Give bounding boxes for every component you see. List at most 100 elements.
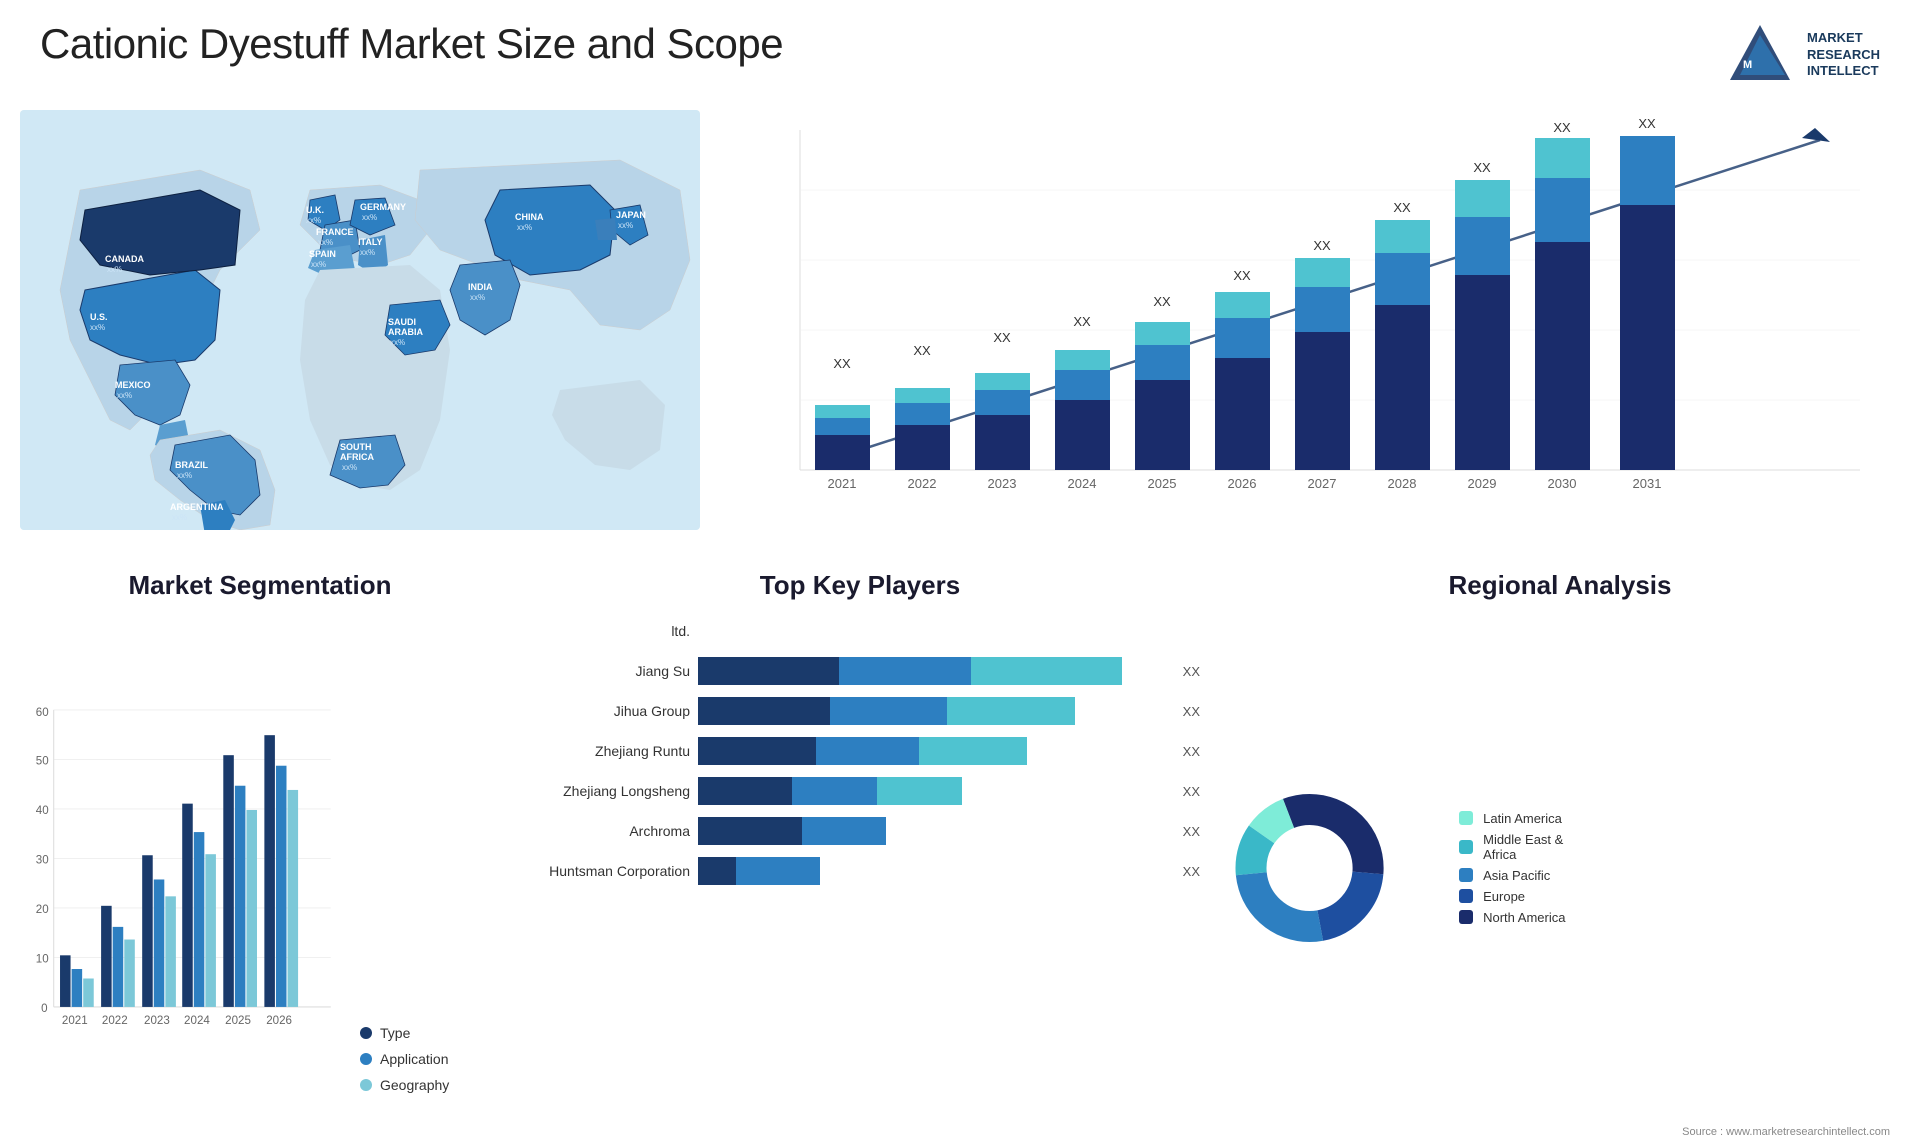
player-bar xyxy=(698,857,1169,885)
bar-dark xyxy=(698,697,830,725)
player-name: Huntsman Corporation xyxy=(520,863,690,879)
legend-application: Application xyxy=(360,1051,500,1067)
svg-text:2029: 2029 xyxy=(1468,476,1497,491)
legend-geography: Geography xyxy=(360,1077,500,1093)
bar-dark xyxy=(698,737,816,765)
label-saudi: SAUDI xyxy=(388,317,416,327)
svg-text:xx%: xx% xyxy=(342,463,357,472)
svg-text:0: 0 xyxy=(41,1003,47,1015)
svg-text:2030: 2030 xyxy=(1548,476,1577,491)
list-item: Zhejiang Longsheng XX xyxy=(520,777,1200,805)
growth-chart-section: XX 2021 XX 2022 XX 2023 XX 2024 XX 2025 … xyxy=(720,110,1900,530)
svg-text:xx%: xx% xyxy=(107,265,122,274)
svg-text:XX: XX xyxy=(1313,238,1331,253)
label-japan: JAPAN xyxy=(616,210,646,220)
player-bar xyxy=(698,737,1169,765)
svg-text:2023: 2023 xyxy=(988,476,1017,491)
svg-text:20: 20 xyxy=(36,904,49,916)
legend-latin: Latin America xyxy=(1459,811,1900,826)
players-title: Top Key Players xyxy=(520,570,1200,601)
svg-text:2027: 2027 xyxy=(1308,476,1337,491)
player-bar xyxy=(698,617,1200,645)
list-item: Jiang Su XX xyxy=(520,657,1200,685)
segmentation-title: Market Segmentation xyxy=(20,570,500,601)
bar-mid xyxy=(830,697,948,725)
svg-text:2021: 2021 xyxy=(828,476,857,491)
svg-text:XX: XX xyxy=(1073,314,1091,329)
label-germany: GERMANY xyxy=(360,202,406,212)
players-section: Top Key Players ltd. Jiang Su XX Jihua G… xyxy=(520,570,1200,1126)
bar-light xyxy=(947,697,1074,725)
label-safrica: SOUTH xyxy=(340,442,372,452)
svg-text:2022: 2022 xyxy=(908,476,937,491)
svg-text:xx%: xx% xyxy=(362,213,377,222)
svg-text:xx%: xx% xyxy=(306,216,321,225)
player-xx: XX xyxy=(1183,744,1200,759)
player-bar xyxy=(698,657,1169,685)
legend-latin-color xyxy=(1459,811,1473,825)
player-xx: XX xyxy=(1183,784,1200,799)
logo-container: M MARKETRESEARCHINTELLECT xyxy=(1725,20,1880,90)
svg-text:2031: 2031 xyxy=(1633,476,1662,491)
bar-dark xyxy=(698,777,792,805)
label-argentina: ARGENTINA xyxy=(170,502,224,512)
legend-na-label: North America xyxy=(1483,910,1565,925)
logo-text: MARKETRESEARCHINTELLECT xyxy=(1807,30,1880,81)
label-china: CHINA xyxy=(515,212,544,222)
svg-text:40: 40 xyxy=(36,805,49,817)
svg-text:xx%: xx% xyxy=(117,391,132,400)
svg-text:xx%: xx% xyxy=(177,471,192,480)
legend-application-label: Application xyxy=(380,1051,449,1067)
legend-europe-label: Europe xyxy=(1483,889,1525,904)
bar-light xyxy=(877,777,962,805)
svg-text:M: M xyxy=(1743,59,1752,71)
list-item: Huntsman Corporation XX xyxy=(520,857,1200,885)
player-name: Zhejiang Runtu xyxy=(520,743,690,759)
svg-text:ARABIA: ARABIA xyxy=(388,327,423,337)
label-mexico: MEXICO xyxy=(115,380,151,390)
label-brazil: BRAZIL xyxy=(175,460,208,470)
label-us: U.S. xyxy=(90,312,108,322)
svg-text:2025: 2025 xyxy=(225,1015,251,1027)
bar-dark xyxy=(698,657,839,685)
svg-text:xx%: xx% xyxy=(390,338,405,347)
label-canada: CANADA xyxy=(105,254,144,264)
label-france: FRANCE xyxy=(316,227,354,237)
svg-text:50: 50 xyxy=(36,756,49,768)
svg-text:10: 10 xyxy=(36,954,49,966)
legend-europe: Europe xyxy=(1459,889,1900,904)
svg-text:30: 30 xyxy=(36,855,49,867)
player-xx: XX xyxy=(1183,704,1200,719)
svg-text:XX: XX xyxy=(1393,200,1411,215)
list-item: Jihua Group XX xyxy=(520,697,1200,725)
svg-text:XX: XX xyxy=(1638,116,1656,131)
svg-text:XX: XX xyxy=(913,343,931,358)
bar-mid xyxy=(802,817,887,845)
world-map-svg: CANADA xx% U.S. xx% MEXICO xx% BRAZIL xx… xyxy=(20,110,700,530)
bar-dark xyxy=(698,817,802,845)
svg-text:XX: XX xyxy=(1233,268,1251,283)
svg-text:xx%: xx% xyxy=(311,260,326,269)
label-italy: ITALY xyxy=(358,237,383,247)
player-bar xyxy=(698,697,1169,725)
legend-geography-label: Geography xyxy=(380,1077,449,1093)
bar-mid xyxy=(736,857,821,885)
player-xx: XX xyxy=(1183,664,1200,679)
list-item: Archroma XX xyxy=(520,817,1200,845)
player-name: Jiang Su xyxy=(520,663,690,679)
seg-bars-svg: 0 10 20 30 40 50 60 2021 2022 xyxy=(20,617,336,1123)
legend-mea: Middle East &Africa xyxy=(1459,832,1900,862)
header: Cationic Dyestuff Market Size and Scope … xyxy=(40,20,1880,90)
player-xx: XX xyxy=(1183,824,1200,839)
legend-mea-label: Middle East &Africa xyxy=(1483,832,1563,862)
regional-title: Regional Analysis xyxy=(1220,570,1900,601)
legend-na-color xyxy=(1459,910,1473,924)
svg-text:60: 60 xyxy=(36,707,49,719)
player-name: Archroma xyxy=(520,823,690,839)
svg-text:XX: XX xyxy=(993,330,1011,345)
legend-latin-label: Latin America xyxy=(1483,811,1562,826)
label-india: INDIA xyxy=(468,282,493,292)
growth-chart-svg: XX 2021 XX 2022 XX 2023 XX 2024 XX 2025 … xyxy=(720,110,1900,530)
player-name: ltd. xyxy=(520,623,690,639)
page-title: Cationic Dyestuff Market Size and Scope xyxy=(40,20,783,68)
